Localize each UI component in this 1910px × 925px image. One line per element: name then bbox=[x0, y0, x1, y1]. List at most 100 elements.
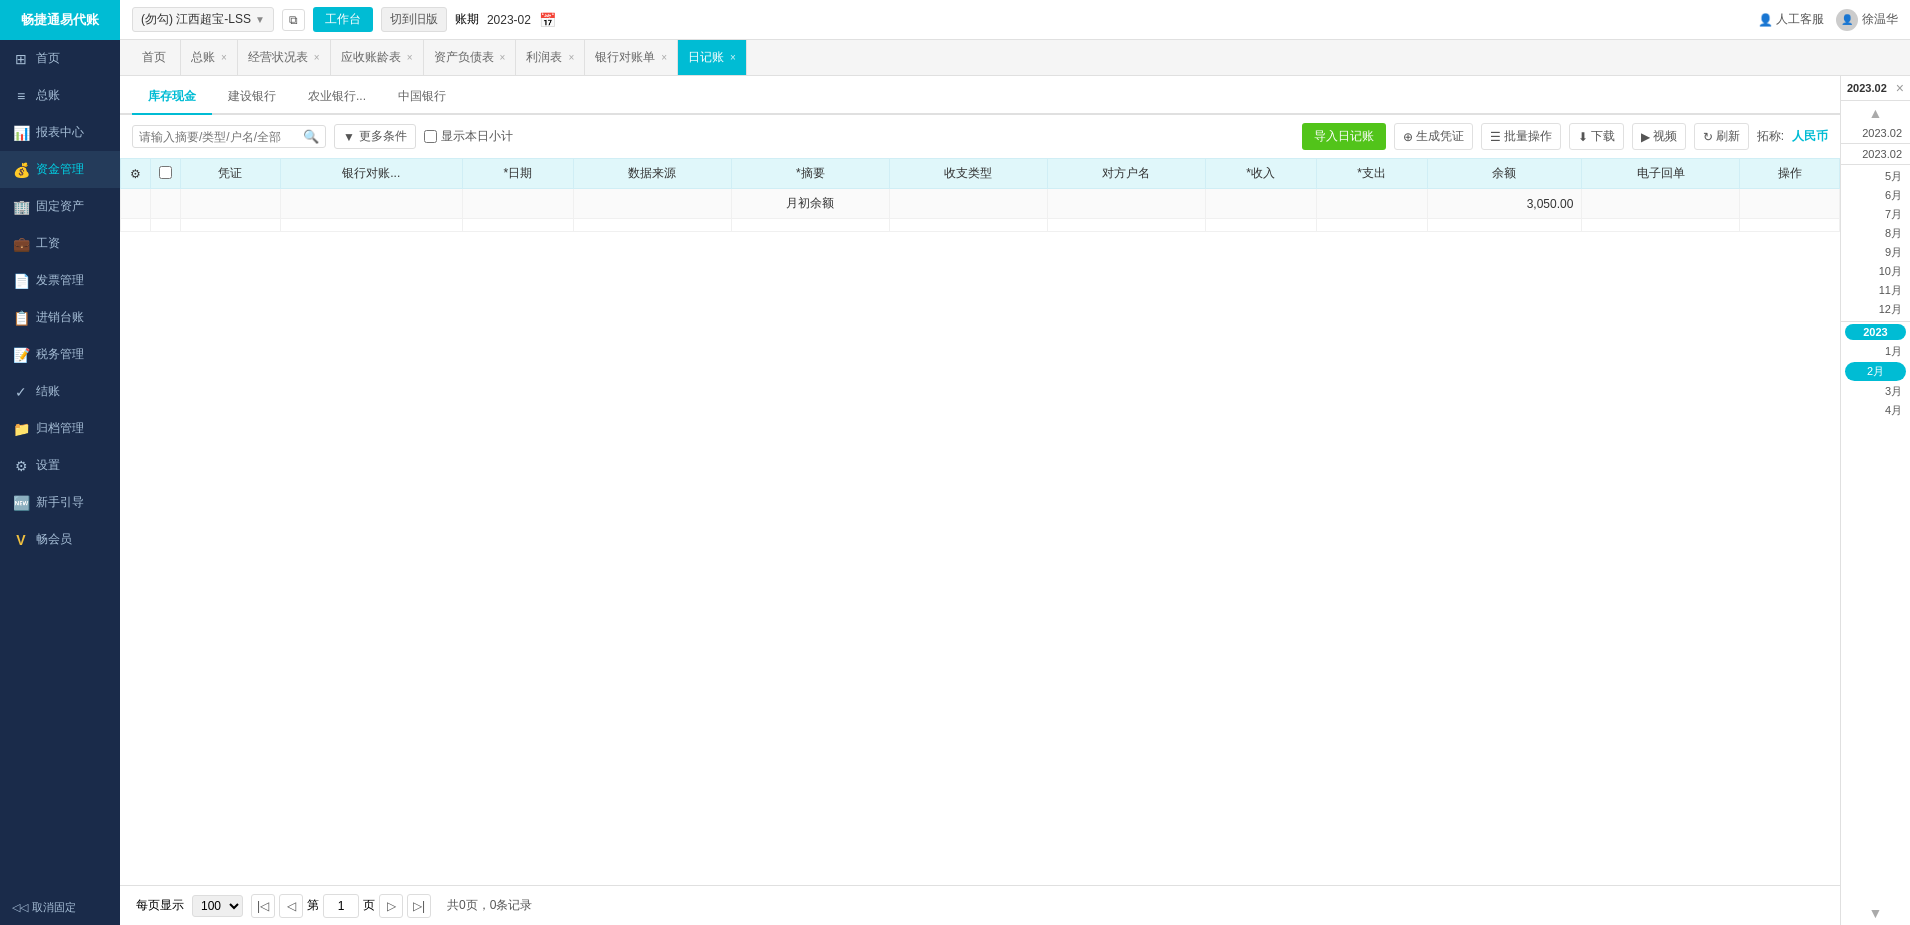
search-input[interactable] bbox=[139, 130, 299, 144]
th-checkbox[interactable] bbox=[151, 159, 181, 189]
search-box[interactable]: 🔍 bbox=[132, 125, 326, 148]
month-10[interactable]: 10月 bbox=[1841, 262, 1910, 281]
sidebar-item-ledger[interactable]: ≡ 总账 bbox=[0, 77, 120, 114]
sidebar-item-home[interactable]: ⊞ 首页 bbox=[0, 40, 120, 77]
first-page-button[interactable]: |◁ bbox=[251, 894, 275, 918]
calendar-icon[interactable]: 📅 bbox=[539, 12, 556, 28]
tab-bank-close[interactable]: × bbox=[661, 52, 667, 63]
video-button[interactable]: ▶ 视频 bbox=[1632, 123, 1686, 150]
refresh-button[interactable]: ↻ 刷新 bbox=[1694, 123, 1749, 150]
subtab-agriculture[interactable]: 农业银行... bbox=[292, 80, 382, 115]
day-subtotal-checkbox[interactable]: 显示本日小计 bbox=[424, 128, 513, 145]
month-9[interactable]: 9月 bbox=[1841, 243, 1910, 262]
download-label: 下载 bbox=[1591, 128, 1615, 145]
sidebar-item-invoice[interactable]: 📄 发票管理 bbox=[0, 262, 120, 299]
td-expense bbox=[1316, 189, 1427, 219]
page-input[interactable] bbox=[323, 894, 359, 918]
sidebar-item-purchase[interactable]: 📋 进销台账 bbox=[0, 299, 120, 336]
company-selector[interactable]: (勿勾) 江西超宝-LSS ▼ bbox=[132, 7, 274, 32]
user-name: 徐温华 bbox=[1862, 11, 1898, 28]
sidebar-item-label: 设置 bbox=[36, 457, 60, 474]
tab-ledger-close[interactable]: × bbox=[221, 52, 227, 63]
month-2[interactable]: 2月 bbox=[1845, 362, 1906, 381]
td-income bbox=[1205, 189, 1316, 219]
voucher-button[interactable]: ⊕ 生成凭证 bbox=[1394, 123, 1473, 150]
td-checkbox bbox=[151, 189, 181, 219]
last-page-button[interactable]: ▷| bbox=[407, 894, 431, 918]
batch-button[interactable]: ☰ 批量操作 bbox=[1481, 123, 1561, 150]
tab-assets-close[interactable]: × bbox=[500, 52, 506, 63]
select-all-checkbox[interactable] bbox=[159, 166, 172, 179]
th-settings[interactable]: ⚙ bbox=[121, 159, 151, 189]
sidebar-item-assets[interactable]: 🏢 固定资产 bbox=[0, 188, 120, 225]
th-bank-reconcile: 银行对账... bbox=[280, 159, 462, 189]
tab-receivable-close[interactable]: × bbox=[407, 52, 413, 63]
month-7[interactable]: 7月 bbox=[1841, 205, 1910, 224]
subtab-china[interactable]: 中国银行 bbox=[382, 80, 462, 115]
currency-value[interactable]: 人民币 bbox=[1792, 128, 1828, 145]
sidebar-item-guide[interactable]: 🆕 新手引导 bbox=[0, 484, 120, 521]
next-page-button[interactable]: ▷ bbox=[379, 894, 403, 918]
tab-diary[interactable]: 日记账 × bbox=[678, 40, 747, 76]
scroll-up-button[interactable]: ▲ bbox=[1841, 101, 1910, 125]
sidebar-item-capital[interactable]: 💰 资金管理 bbox=[0, 151, 120, 188]
month-6[interactable]: 6月 bbox=[1841, 186, 1910, 205]
tab-assets[interactable]: 资产负债表 × bbox=[424, 40, 517, 76]
subtab-cash[interactable]: 库存现金 bbox=[132, 80, 212, 115]
td-counterparty bbox=[1047, 189, 1205, 219]
per-page-select[interactable]: 100 50 200 bbox=[192, 895, 243, 917]
download-button[interactable]: ⬇ 下载 bbox=[1569, 123, 1624, 150]
sidebar-item-label: 畅会员 bbox=[36, 531, 72, 548]
month-5[interactable]: 5月 bbox=[1841, 167, 1910, 186]
video-label: 视频 bbox=[1653, 128, 1677, 145]
td-data-source bbox=[573, 219, 731, 232]
month-3[interactable]: 3月 bbox=[1841, 382, 1910, 401]
tab-profit-close[interactable]: × bbox=[568, 52, 574, 63]
tab-bank[interactable]: 银行对账单 × bbox=[585, 40, 678, 76]
copy-button[interactable]: ⧉ bbox=[282, 9, 305, 31]
scroll-down-button[interactable]: ▼ bbox=[1841, 901, 1910, 925]
tab-receivable[interactable]: 应收账龄表 × bbox=[331, 40, 424, 76]
day-subtotal-input[interactable] bbox=[424, 130, 437, 143]
tab-diary-close[interactable]: × bbox=[730, 52, 736, 63]
old-version-button[interactable]: 切到旧版 bbox=[381, 7, 447, 32]
subtab-construction[interactable]: 建设银行 bbox=[212, 80, 292, 115]
workspace-button[interactable]: 工作台 bbox=[313, 7, 373, 32]
prev-page-button[interactable]: ◁ bbox=[279, 894, 303, 918]
month-8[interactable]: 8月 bbox=[1841, 224, 1910, 243]
pin-button[interactable]: ◁◁ 取消固定 bbox=[0, 890, 120, 925]
sidebar-item-archive[interactable]: 📁 归档管理 bbox=[0, 410, 120, 447]
month-1[interactable]: 1月 bbox=[1841, 342, 1910, 361]
service-button[interactable]: 👤 人工客服 bbox=[1758, 11, 1824, 28]
sidebar-item-settle[interactable]: ✓ 结账 bbox=[0, 373, 120, 410]
tab-status-close[interactable]: × bbox=[314, 52, 320, 63]
month-11[interactable]: 11月 bbox=[1841, 281, 1910, 300]
import-button[interactable]: 导入日记账 bbox=[1302, 123, 1386, 150]
month-4[interactable]: 4月 bbox=[1841, 401, 1910, 420]
tab-home[interactable]: 首页 bbox=[128, 40, 181, 76]
tab-profit[interactable]: 利润表 × bbox=[516, 40, 585, 76]
month-12[interactable]: 12月 bbox=[1841, 300, 1910, 319]
tab-ledger[interactable]: 总账 × bbox=[181, 40, 238, 76]
tab-status[interactable]: 经营状况表 × bbox=[238, 40, 331, 76]
refresh-icon: ↻ bbox=[1703, 130, 1713, 144]
sidebar-item-salary[interactable]: 💼 工资 bbox=[0, 225, 120, 262]
sidebar-item-reports[interactable]: 📊 报表中心 bbox=[0, 114, 120, 151]
sidebar: 畅捷通易代账 ⊞ 首页 ≡ 总账 📊 报表中心 💰 资金管理 🏢 固定资产 💼 … bbox=[0, 0, 120, 925]
day-subtotal-label: 显示本日小计 bbox=[441, 128, 513, 145]
sidebar-item-settings[interactable]: ⚙ 设置 bbox=[0, 447, 120, 484]
avatar: 👤 bbox=[1836, 9, 1858, 31]
sidebar-item-member[interactable]: V 畅会员 bbox=[0, 521, 120, 558]
year-2023-badge[interactable]: 2023 bbox=[1845, 324, 1906, 340]
right-panel-close-button[interactable]: × bbox=[1896, 80, 1904, 96]
content-main: 库存现金 建设银行 农业银行... 中国银行 🔍 ▼ 更多条件 显示本日小计 bbox=[120, 76, 1840, 925]
td-voucher bbox=[181, 189, 281, 219]
search-icon[interactable]: 🔍 bbox=[303, 129, 319, 144]
filter-label: 更多条件 bbox=[359, 128, 407, 145]
tabbar: 首页 总账 × 经营状况表 × 应收账龄表 × 资产负债表 × 利润表 × 银行… bbox=[120, 40, 1910, 76]
user-menu[interactable]: 👤 徐温华 bbox=[1836, 9, 1898, 31]
sidebar-item-tax[interactable]: 📝 税务管理 bbox=[0, 336, 120, 373]
th-income: *收入 bbox=[1205, 159, 1316, 189]
filter-button[interactable]: ▼ 更多条件 bbox=[334, 124, 416, 149]
main-area: (勿勾) 江西超宝-LSS ▼ ⧉ 工作台 切到旧版 账期 2023-02 📅 … bbox=[120, 0, 1910, 925]
